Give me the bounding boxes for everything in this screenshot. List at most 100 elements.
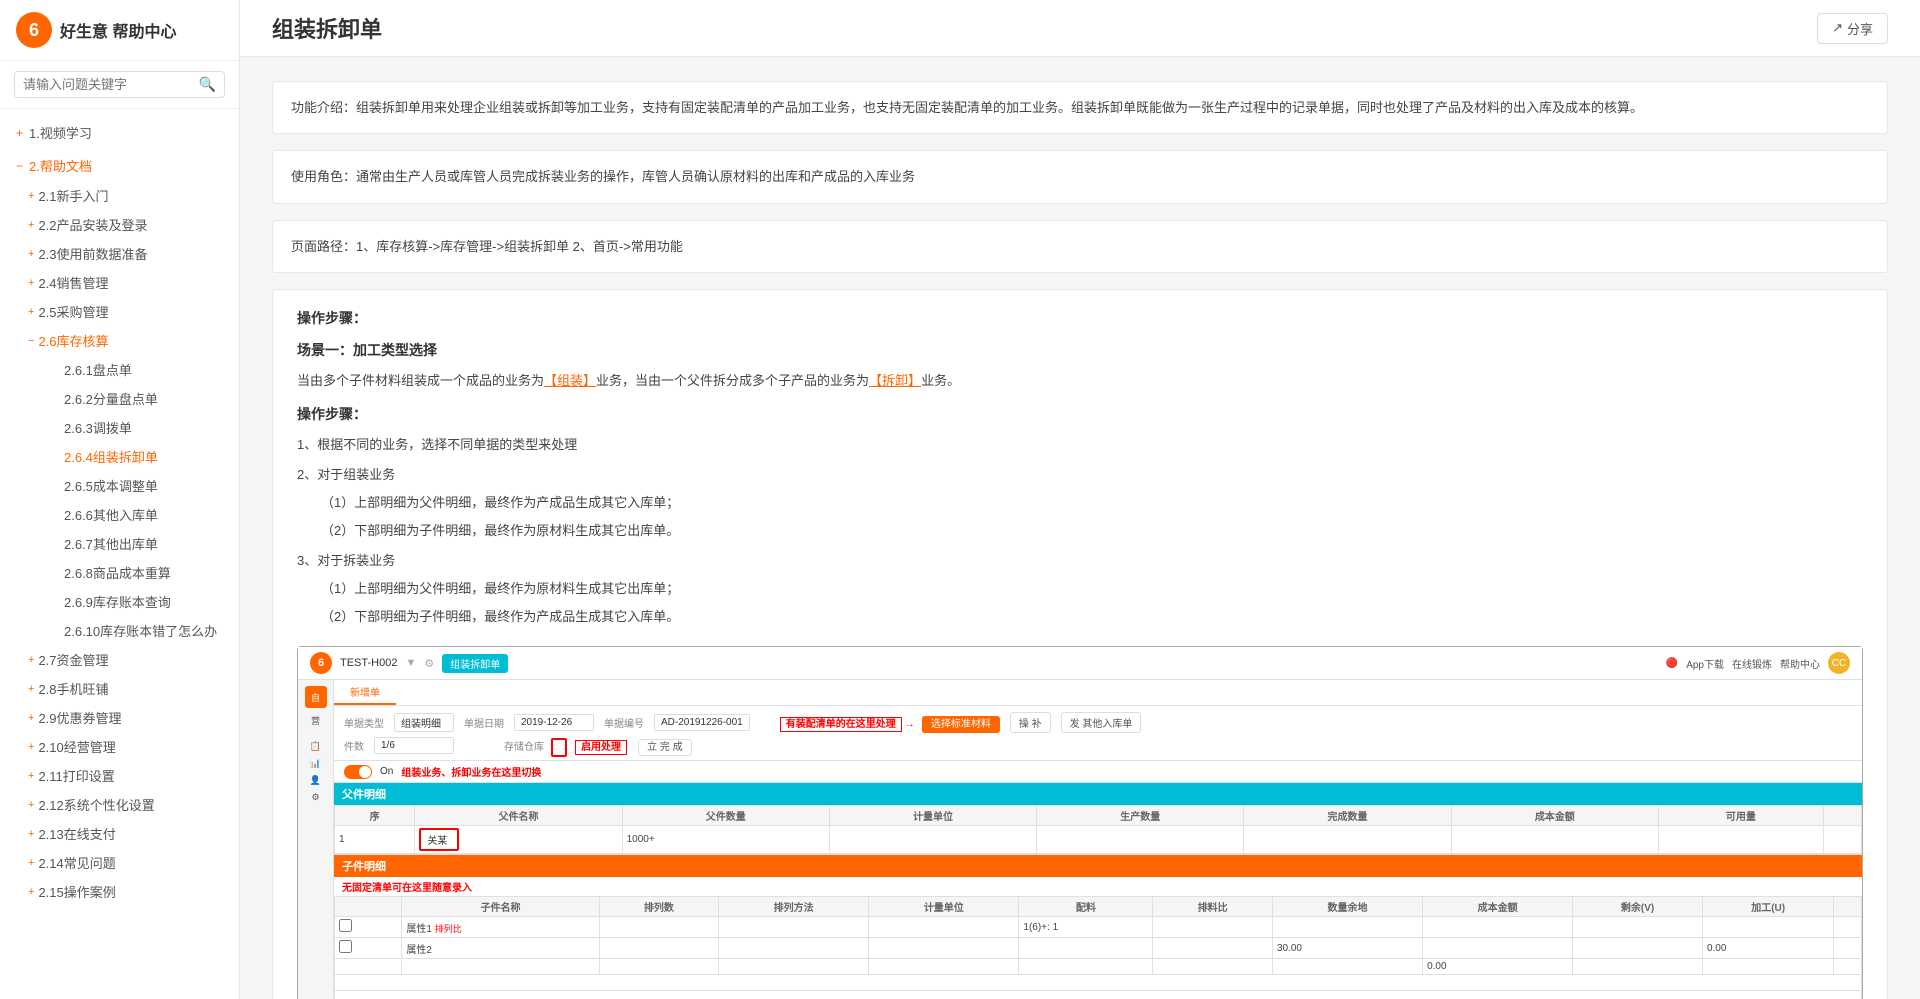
sidebar-item-install[interactable]: + 2.2产品安装及登录	[20, 210, 239, 239]
search-icon[interactable]: 🔍	[199, 76, 216, 93]
lower-row2-cost	[1423, 938, 1573, 959]
titlebar-dropdown-icon: ▼	[405, 657, 416, 669]
mock-tabs: 新增单	[334, 680, 1862, 706]
operation-steps: 操作步骤： 场景一：加工类型选择 当由多个子件材料组装成一个成品的业务为【组装】…	[272, 289, 1888, 999]
mock-tab-new[interactable]: 新增单	[334, 680, 396, 705]
mock-date-input[interactable]: 2019-12-26	[514, 714, 594, 731]
sidebar-item-sales[interactable]: + 2.4销售管理	[20, 268, 239, 297]
lower-row2-check	[335, 938, 402, 959]
lower-th-ratio: 排料比	[1153, 897, 1273, 917]
mock-select-standard-btn[interactable]: 选择标准材料	[922, 716, 1000, 733]
sidebar-label-docs: 2.帮助文档	[29, 156, 92, 175]
online-practice-link[interactable]: 在线锻炼	[1732, 656, 1772, 671]
plus-icon-sales: +	[28, 277, 34, 289]
sidebar-label-mobile: 2.8手机旺铺	[38, 679, 108, 698]
mock-window: 6 TEST-H002 ▼ ⚙ 组装拆卸单 🔴 App下载 在线锻炼 帮助中心 …	[297, 646, 1863, 999]
lower-th-remain: 剩余(V)	[1573, 897, 1703, 917]
titlebar-company: TEST-H002	[340, 657, 397, 669]
sidebar-item-partial-stocktake[interactable]: 2.6.2分量盘点单	[48, 384, 239, 413]
sidebar-item-payment[interactable]: + 2.13在线支付	[20, 819, 239, 848]
mock-store-input[interactable]	[551, 738, 567, 757]
sidebar-item-customize[interactable]: + 2.12系统个性化设置	[20, 790, 239, 819]
mock-nav-icon4: 👤	[310, 775, 321, 786]
lower-row1-name: 属性1 排列比	[402, 917, 599, 938]
lower-th-method: 排列方法	[719, 897, 869, 917]
share-icon: ↗	[1832, 20, 1843, 36]
lower-th-ops	[1834, 897, 1862, 917]
lower-row1-sort	[599, 917, 719, 938]
upper-section-header: 父件明细	[334, 783, 1862, 805]
mock-form: 单据类型 组装明细 单据日期 2019-12-26 单据编号 AD-201912…	[334, 706, 1862, 761]
sidebar-label-faq: 2.14常见问题	[38, 853, 115, 872]
sidebar-item-docs[interactable]: − 2.帮助文档	[0, 150, 239, 181]
mock-type-dropdown[interactable]: 组装明细	[394, 713, 454, 732]
step3-text: 3、对于拆装业务	[297, 548, 1863, 574]
lower-row2-checkbox[interactable]	[339, 940, 352, 953]
lower-table: 子件名称 排列数 排列方法 计量单位 配料 排料比 数量余地 成本金额	[334, 896, 1862, 999]
disassembly-link[interactable]: 【拆卸】	[869, 373, 921, 388]
sidebar-item-mobile[interactable]: + 2.8手机旺铺	[20, 674, 239, 703]
user-avatar: CC	[1828, 652, 1850, 674]
sidebar-item-transfer[interactable]: 2.6.3调拨单	[48, 413, 239, 442]
share-button[interactable]: ↗ 分享	[1817, 13, 1888, 44]
lower-row1-checkbox[interactable]	[339, 919, 352, 932]
sidebar-item-print[interactable]: + 2.11打印设置	[20, 761, 239, 790]
mock-nav-icon3: 📊	[310, 758, 321, 769]
sidebar-item-coupon[interactable]: + 2.9优惠券管理	[20, 703, 239, 732]
lower-row2-ratio	[1153, 938, 1273, 959]
mock-action-btn2[interactable]: 发 其他入库单	[1061, 712, 1142, 733]
sidebar-item-stock-error[interactable]: 2.6.10库存账本错了怎么办	[48, 616, 239, 645]
lower-row1: 属性1 排列比 1(6)+: 1	[335, 917, 1862, 938]
sidebar-item-finance[interactable]: + 2.7资金管理	[20, 645, 239, 674]
sidebar-label-cases: 2.15操作案例	[38, 882, 115, 901]
mock-num-input[interactable]: AD-20191226-001	[654, 714, 750, 731]
lower-row1-method	[719, 917, 869, 938]
search-input[interactable]	[23, 77, 199, 92]
sidebar-item-newbie[interactable]: + 2.1新手入门	[20, 181, 239, 210]
sidebar-item-stock-ledger[interactable]: 2.6.9库存账本查询	[48, 587, 239, 616]
screenshot-container: 6 TEST-H002 ▼ ⚙ 组装拆卸单 🔴 App下载 在线锻炼 帮助中心 …	[297, 646, 1863, 999]
lower-row2-method	[719, 938, 869, 959]
step2-text: 2、对于组装业务	[297, 462, 1863, 488]
lower-section-header: 子件明细	[334, 855, 1862, 877]
mock-confirm-btn[interactable]: 立 完 成	[638, 739, 692, 756]
sidebar-item-inventory[interactable]: − 2.6库存核算	[20, 326, 239, 355]
mock-body: 自 营 📋 📊 👤 ⚙ 新增单	[298, 680, 1862, 999]
sidebar-item-purchase[interactable]: + 2.5采购管理	[20, 297, 239, 326]
help-center-link[interactable]: 帮助中心	[1780, 656, 1820, 671]
sidebar-item-assembly[interactable]: 2.6.4组装拆卸单	[48, 442, 239, 471]
lower-row1-material: 1(6)+: 1	[1019, 917, 1153, 938]
sidebar-item-other-out[interactable]: 2.6.7其他出库单	[48, 529, 239, 558]
toggle-switch[interactable]	[344, 765, 372, 779]
sidebar-label-sales: 2.4销售管理	[38, 273, 108, 292]
mock-form-row1: 单据类型 组装明细 单据日期 2019-12-26 单据编号 AD-201912…	[344, 712, 1852, 733]
sidebar-item-faq[interactable]: + 2.14常见问题	[20, 848, 239, 877]
step2-2-text: （2）下部明细为子件明细，最终作为原材料生成其它出库单。	[321, 518, 1863, 544]
titlebar-right: 🔴 App下载 在线锻炼 帮助中心 CC	[1666, 652, 1850, 674]
upper-th-ops	[1823, 806, 1861, 826]
sidebar-item-manage[interactable]: + 2.10经营管理	[20, 732, 239, 761]
mock-action-btn1[interactable]: 操 补	[1010, 712, 1051, 733]
sidebar-item-cost-adjust[interactable]: 2.6.5成本调整单	[48, 471, 239, 500]
step1-text: 1、根据不同的业务，选择不同单据的类型来处理	[297, 432, 1863, 458]
lower-row1-check	[335, 917, 402, 938]
logo-icon: 6	[16, 12, 52, 48]
titlebar-nav-btn[interactable]: 组装拆卸单	[442, 654, 508, 673]
notification-icon: 🔴	[1666, 658, 1678, 669]
plus-icon-install: +	[28, 219, 34, 231]
sidebar-item-cases[interactable]: + 2.15操作案例	[20, 877, 239, 906]
mock-titlebar: 6 TEST-H002 ▼ ⚙ 组装拆卸单 🔴 App下载 在线锻炼 帮助中心 …	[298, 647, 1862, 680]
app-download-link[interactable]: App下载	[1686, 656, 1724, 671]
sidebar-label-install: 2.2产品安装及登录	[38, 215, 147, 234]
sidebar-item-other-in[interactable]: 2.6.6其他入库单	[48, 500, 239, 529]
sidebar-item-cost-recalc[interactable]: 2.6.8商品成本重算	[48, 558, 239, 587]
sidebar-item-stocktake[interactable]: 2.6.1盘点单	[48, 355, 239, 384]
upper-row1-name-input[interactable]: 关某	[419, 828, 459, 851]
mock-count-input[interactable]: 1/6	[374, 737, 454, 754]
sidebar-item-video[interactable]: + 1.视频学习	[0, 117, 239, 148]
lower-row4	[335, 975, 1862, 991]
assembly-link[interactable]: 【组装】	[544, 373, 596, 388]
plus-icon-customize: +	[28, 799, 34, 811]
lower-row1-ops	[1834, 917, 1862, 938]
sidebar-item-prepare[interactable]: + 2.3使用前数据准备	[20, 239, 239, 268]
